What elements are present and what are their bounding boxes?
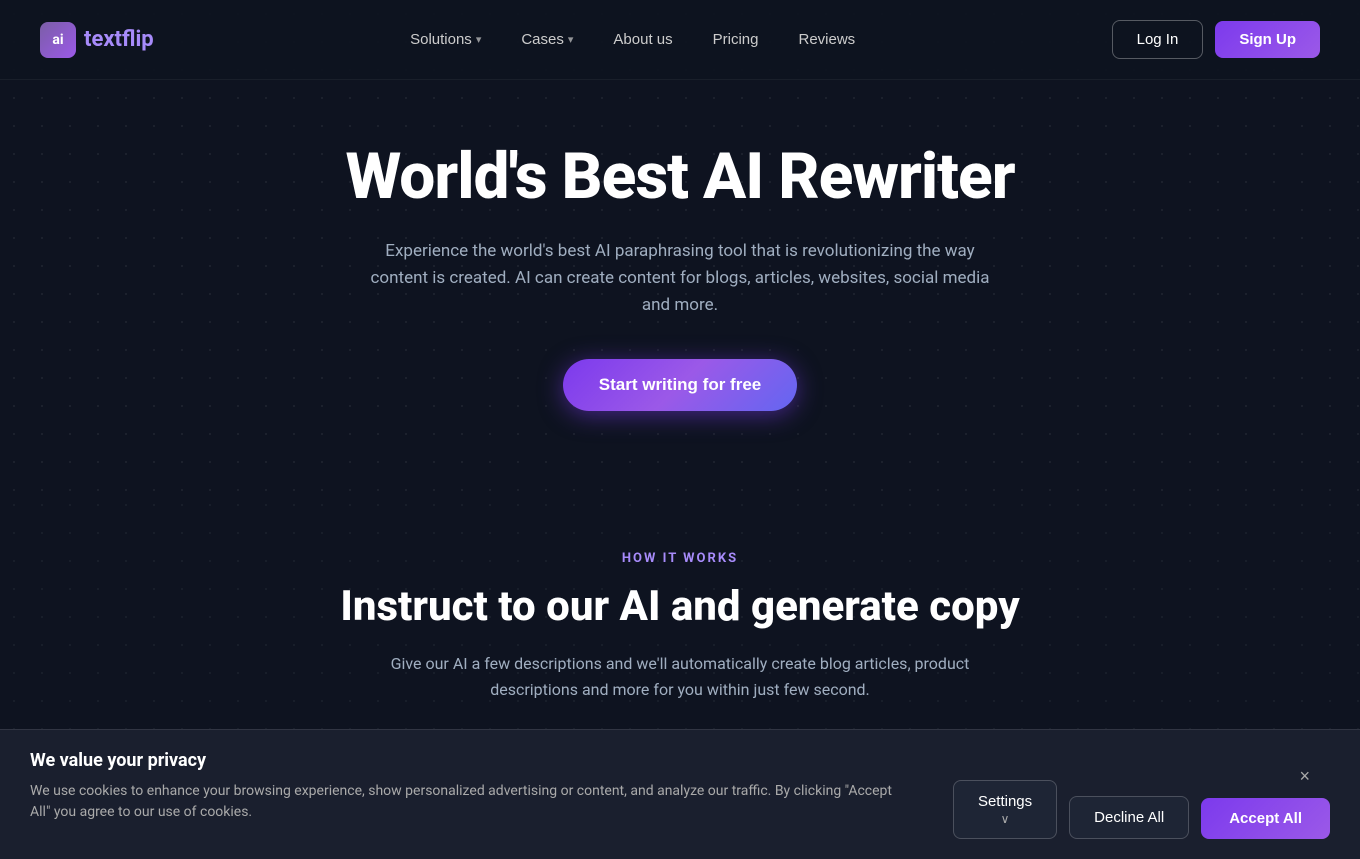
logo-icon: ai <box>40 22 76 58</box>
hero-title: World's Best AI Rewriter <box>345 140 1014 214</box>
cookie-accept-button[interactable]: Accept All <box>1201 798 1330 839</box>
section-title: Instruct to our AI and generate copy <box>40 582 1320 631</box>
nav-links: Solutions ▾ Cases ▾ About us Pricing Rev… <box>394 23 871 56</box>
start-writing-button[interactable]: Start writing for free <box>563 359 797 411</box>
nav-auth: Log In Sign Up <box>1112 20 1320 59</box>
nav-reviews[interactable]: Reviews <box>782 23 871 56</box>
login-button[interactable]: Log In <box>1112 20 1204 59</box>
navbar: ai textflip Solutions ▾ Cases ▾ About us… <box>0 0 1360 80</box>
section-description: Give our AI a few descriptions and we'll… <box>360 651 1000 702</box>
chevron-down-icon: ▾ <box>476 33 482 46</box>
hero-content: World's Best AI Rewriter Experience the … <box>0 80 1360 491</box>
logo[interactable]: ai textflip <box>40 22 154 58</box>
cookie-text-area: We value your privacy We use cookies to … <box>30 750 923 823</box>
nav-cases[interactable]: Cases ▾ <box>505 23 589 56</box>
nav-pricing[interactable]: Pricing <box>697 23 775 56</box>
signup-button[interactable]: Sign Up <box>1215 21 1320 58</box>
cookie-settings-button[interactable]: Settings ∨ <box>953 780 1057 839</box>
cookie-decline-button[interactable]: Decline All <box>1069 796 1189 839</box>
section-badge: HOW IT WORKS <box>40 551 1320 566</box>
cookie-close-button[interactable]: × <box>1299 766 1310 787</box>
hero-subtitle: Experience the world's best AI paraphras… <box>370 238 990 320</box>
cookie-body-text: We use cookies to enhance your browsing … <box>30 781 910 823</box>
logo-text: textflip <box>84 27 154 52</box>
cookie-banner: We value your privacy We use cookies to … <box>0 729 1360 859</box>
cookie-actions: Settings ∨ Decline All Accept All <box>953 750 1330 839</box>
chevron-down-icon: ▾ <box>568 33 574 46</box>
nav-solutions[interactable]: Solutions ▾ <box>394 23 497 56</box>
chevron-down-icon: ∨ <box>1001 812 1010 826</box>
cookie-title: We value your privacy <box>30 750 923 771</box>
nav-about[interactable]: About us <box>597 23 688 56</box>
